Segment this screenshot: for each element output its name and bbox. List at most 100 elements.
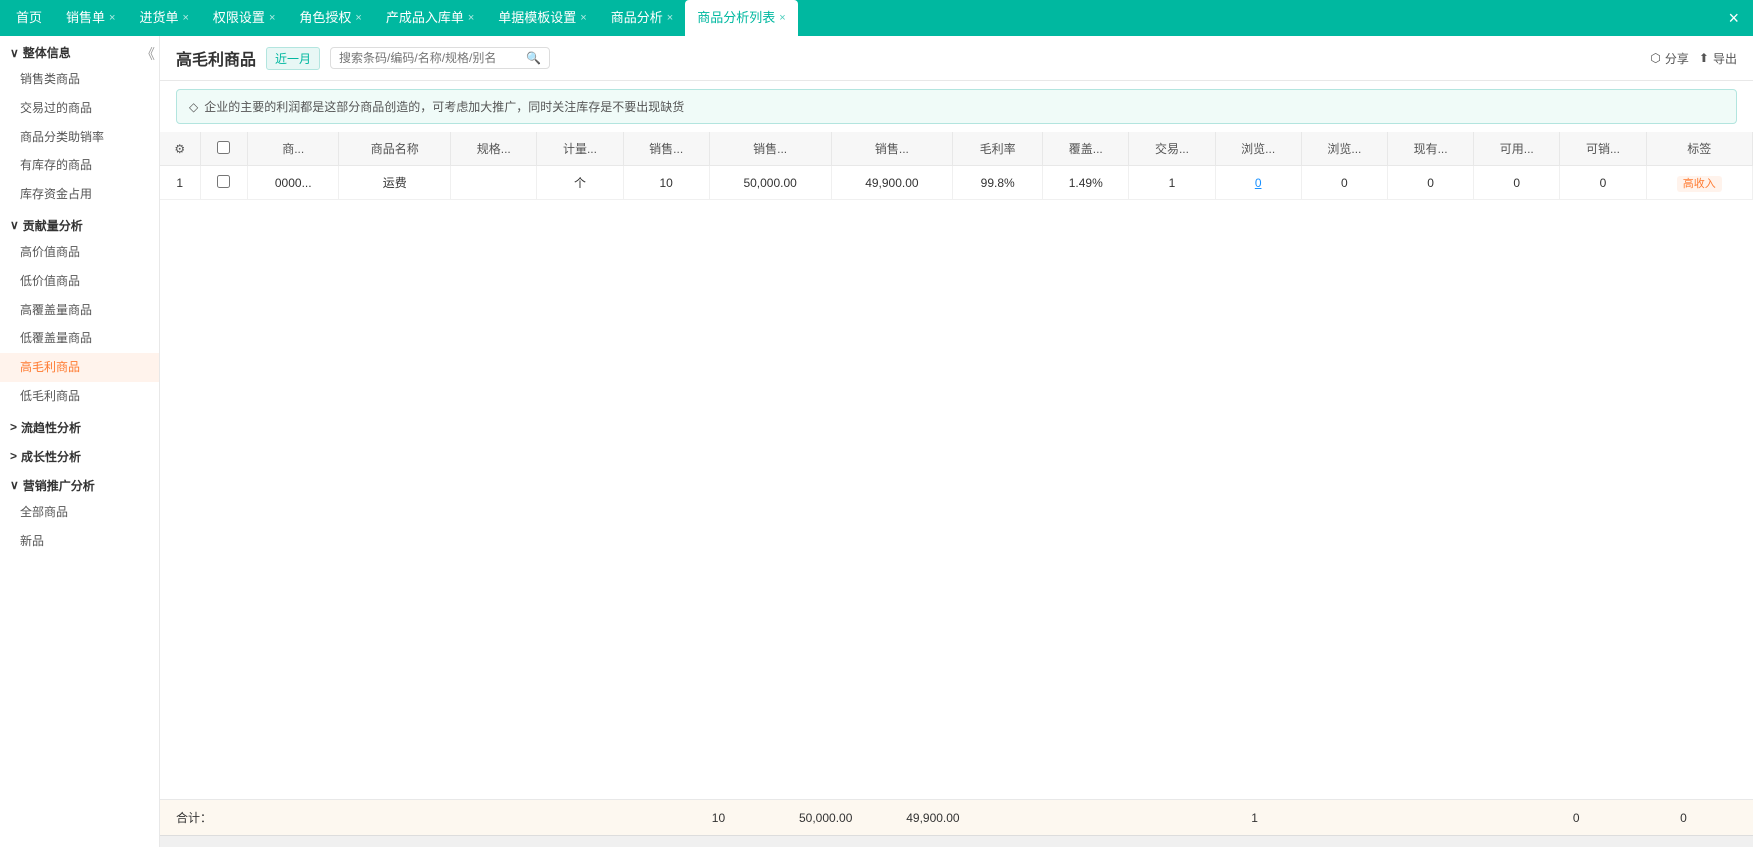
cell-code: 0000...: [248, 166, 339, 200]
col-checkbox[interactable]: [200, 132, 248, 166]
filter-recent-month-button[interactable]: 近一月: [266, 47, 320, 70]
close-role-auth-icon[interactable]: ×: [355, 0, 361, 36]
content-header: 高毛利商品 近一月 🔍 ⬡ 分享 ⬆ 导出: [160, 36, 1753, 81]
col-stock-available[interactable]: 可用...: [1474, 132, 1560, 166]
cell-unit: 个: [537, 166, 623, 200]
close-template-settings-icon[interactable]: ×: [580, 0, 586, 36]
search-icon[interactable]: 🔍: [526, 51, 541, 65]
nav-template-settings[interactable]: 单据模板设置 ×: [486, 0, 598, 36]
sidebar: 《 ∨ 整体信息 销售类商品 交易过的商品 商品分类助销率 有库存的商品 库存资…: [0, 36, 160, 847]
sidebar-item-sales-products[interactable]: 销售类商品: [0, 65, 159, 94]
sidebar-collapse-button[interactable]: 《: [141, 44, 155, 64]
col-unit[interactable]: 计量...: [537, 132, 623, 166]
nav-permission-settings[interactable]: 权限设置 ×: [201, 0, 287, 36]
cell-name: 运费: [339, 166, 451, 200]
close-sales-order-icon[interactable]: ×: [109, 0, 115, 36]
sidebar-item-low-coverage[interactable]: 低覆盖量商品: [0, 324, 159, 353]
table-row: 1 0000... 运费 个 10 50,000.00 49,900.00 99…: [160, 166, 1753, 200]
content-area: 高毛利商品 近一月 🔍 ⬡ 分享 ⬆ 导出 ◇ 企业的主要的利润都是这部分商品创…: [160, 36, 1753, 847]
col-sales-amount[interactable]: 销售...: [709, 132, 831, 166]
footer-cell-placeholder-8: [1415, 811, 1522, 825]
sidebar-item-high-margin[interactable]: 高毛利商品: [0, 353, 159, 382]
sidebar-item-stock-capital[interactable]: 库存资金占用: [0, 180, 159, 209]
cell-sales-amount: 50,000.00: [709, 166, 831, 200]
col-browse1[interactable]: 浏览...: [1215, 132, 1301, 166]
cell-browse2: 0: [1301, 166, 1387, 200]
bottom-scrollbar[interactable]: [160, 835, 1753, 847]
nav-product-inbound[interactable]: 产成品入库单 ×: [374, 0, 486, 36]
sidebar-item-all-products[interactable]: 全部商品: [0, 498, 159, 527]
cell-browse1[interactable]: 0: [1215, 166, 1301, 200]
col-code[interactable]: 商...: [248, 132, 339, 166]
col-coverage[interactable]: 覆盖...: [1043, 132, 1129, 166]
nav-product-analysis-list[interactable]: 商品分析列表 ×: [685, 0, 797, 36]
nav-product-analysis[interactable]: 商品分析 ×: [599, 0, 685, 36]
col-transaction[interactable]: 交易...: [1129, 132, 1215, 166]
footer-label: 合计：: [176, 809, 236, 826]
col-settings[interactable]: ⚙: [160, 132, 200, 166]
col-gross-margin[interactable]: 毛利率: [953, 132, 1043, 166]
cell-checkbox[interactable]: [200, 166, 248, 200]
footer-cell-sales-amount: 50,000.00: [772, 811, 879, 825]
export-icon: ⬆: [1699, 51, 1709, 65]
col-stock-saleable[interactable]: 可销...: [1560, 132, 1646, 166]
top-navigation: 首页 销售单 × 进货单 × 权限设置 × 角色授权 × 产成品入库单 × 单据…: [0, 0, 1753, 36]
export-button[interactable]: ⬆ 导出: [1699, 50, 1737, 67]
sidebar-item-high-value[interactable]: 高价值商品: [0, 238, 159, 267]
footer-cell-stock-available: 0: [1630, 811, 1737, 825]
close-product-analysis-list-icon[interactable]: ×: [779, 0, 785, 36]
sidebar-item-category-assist-rate[interactable]: 商品分类助销率: [0, 123, 159, 152]
footer-cell-sales-profit: 49,900.00: [879, 811, 986, 825]
footer-cell-placeholder-5: [987, 811, 1094, 825]
nav-home[interactable]: 首页: [4, 0, 54, 36]
nav-sales-order[interactable]: 销售单 ×: [54, 0, 127, 36]
cell-sales-profit: 49,900.00: [831, 166, 953, 200]
search-box[interactable]: 🔍: [330, 47, 550, 69]
sidebar-item-new-products[interactable]: 新品: [0, 527, 159, 556]
footer-cell-placeholder-3: [450, 811, 557, 825]
sidebar-item-in-stock-products[interactable]: 有库存的商品: [0, 151, 159, 180]
sidebar-section-growth-analysis[interactable]: > 成长性分析: [0, 440, 159, 469]
table-wrapper[interactable]: ⚙ 商... 商品名称 规格... 计量... 销售... 销售... 销售..…: [160, 132, 1753, 799]
col-sales-qty[interactable]: 销售...: [623, 132, 709, 166]
section-expand-icon-4: >: [10, 449, 17, 463]
close-product-analysis-icon[interactable]: ×: [667, 0, 673, 36]
col-spec[interactable]: 规格...: [451, 132, 537, 166]
sidebar-item-traded-products[interactable]: 交易过的商品: [0, 94, 159, 123]
close-permission-settings-icon[interactable]: ×: [269, 0, 275, 36]
sidebar-item-low-value[interactable]: 低价值商品: [0, 267, 159, 296]
main-layout: 《 ∨ 整体信息 销售类商品 交易过的商品 商品分类助销率 有库存的商品 库存资…: [0, 36, 1753, 847]
cell-stock-available: 0: [1474, 166, 1560, 200]
search-input[interactable]: [339, 51, 522, 65]
sidebar-section-overall-info[interactable]: ∨ 整体信息: [0, 36, 159, 65]
page-title: 高毛利商品: [176, 46, 256, 70]
close-all-tabs-button[interactable]: ×: [1718, 8, 1749, 29]
row-checkbox[interactable]: [217, 175, 230, 188]
sidebar-section-marketing-analysis[interactable]: ∨ 营销推广分析: [0, 469, 159, 498]
col-tag[interactable]: 标签: [1646, 132, 1752, 166]
col-stock-current[interactable]: 现有...: [1387, 132, 1473, 166]
cell-transaction: 1: [1129, 166, 1215, 200]
col-name[interactable]: 商品名称: [339, 132, 451, 166]
footer-cell-placeholder-1: [236, 811, 343, 825]
cell-index: 1: [160, 166, 200, 200]
close-purchase-order-icon[interactable]: ×: [182, 0, 188, 36]
col-browse2[interactable]: 浏览...: [1301, 132, 1387, 166]
select-all-checkbox[interactable]: [217, 141, 230, 154]
nav-role-auth[interactable]: 角色授权 ×: [287, 0, 373, 36]
sidebar-item-high-coverage[interactable]: 高覆盖量商品: [0, 296, 159, 325]
col-sales-profit[interactable]: 销售...: [831, 132, 953, 166]
footer-cell-placeholder-6: [1094, 811, 1201, 825]
section-expand-icon-2: ∨: [10, 218, 19, 232]
footer-cell-placeholder-7: [1308, 811, 1415, 825]
close-product-inbound-icon[interactable]: ×: [468, 0, 474, 36]
sidebar-item-low-margin[interactable]: 低毛利商品: [0, 382, 159, 411]
nav-purchase-order[interactable]: 进货单 ×: [127, 0, 200, 36]
share-button[interactable]: ⬡ 分享: [1650, 50, 1689, 67]
sidebar-section-trend-analysis[interactable]: > 流趋性分析: [0, 411, 159, 440]
footer-cell-sales-qty: 10: [665, 811, 772, 825]
table-body: 1 0000... 运费 个 10 50,000.00 49,900.00 99…: [160, 166, 1753, 200]
sidebar-section-contribution-analysis[interactable]: ∨ 贡献量分析: [0, 209, 159, 238]
cell-stock-current: 0: [1387, 166, 1473, 200]
footer-cell-placeholder-4: [558, 811, 665, 825]
